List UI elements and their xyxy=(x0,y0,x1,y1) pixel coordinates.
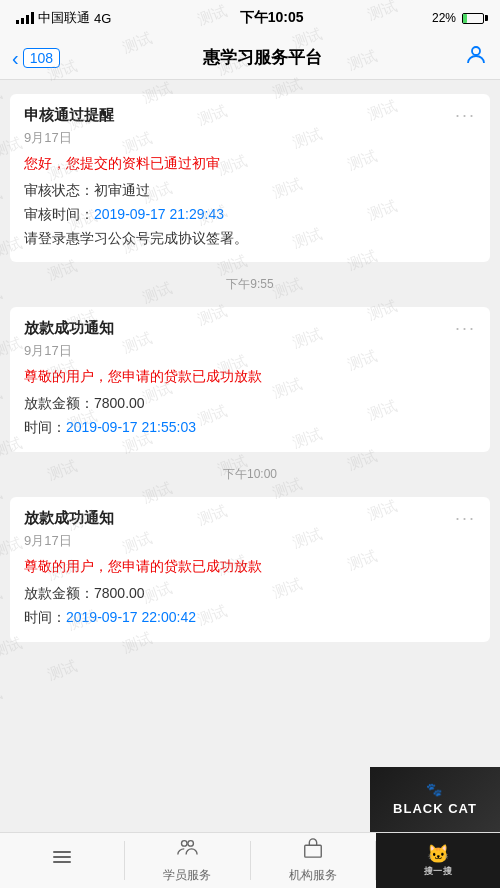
time-separator-2: 下午10:00 xyxy=(0,458,500,491)
card-header: 申核通过提醒 ··· xyxy=(24,106,476,125)
page-title: 惠学习服务平台 xyxy=(203,46,322,69)
svg-point-0 xyxy=(472,47,480,55)
svg-point-4 xyxy=(182,841,188,847)
message-card-1: 申核通过提醒 ··· 9月17日 您好，您提交的资料已通过初审 审核状态：初审通… xyxy=(10,94,490,262)
svg-rect-3 xyxy=(53,861,71,863)
org-icon xyxy=(302,837,324,865)
card-more-icon[interactable]: ··· xyxy=(455,509,476,527)
message-list: 测试测试测试测试测试测试 测试测试测试测试测试测试 测试测试测试测试测试测试 测… xyxy=(0,80,500,832)
card-title: 放款成功通知 xyxy=(24,319,114,338)
svg-rect-6 xyxy=(304,845,321,857)
back-button[interactable]: ‹ 108 xyxy=(12,48,60,68)
back-chevron-icon: ‹ xyxy=(12,48,19,68)
card-line: 时间：2019-09-17 21:55:03 xyxy=(24,416,476,440)
black-cat-watermark: 🐾 BLACK CAT xyxy=(370,767,500,832)
tab-search[interactable]: 🐱 搜一搜 xyxy=(376,833,500,888)
card-body: 放款金额：7800.00 时间：2019-09-17 21:55:03 xyxy=(24,392,476,440)
card-line: 放款金额：7800.00 xyxy=(24,582,476,606)
card-more-icon[interactable]: ··· xyxy=(455,106,476,124)
svg-rect-2 xyxy=(53,856,71,858)
time-label: 下午10:05 xyxy=(240,9,304,27)
card-date: 9月17日 xyxy=(24,342,476,360)
search-cat-icon: 🐱 搜一搜 xyxy=(424,843,453,878)
card-more-icon[interactable]: ··· xyxy=(455,319,476,337)
card-title: 申核通过提醒 xyxy=(24,106,114,125)
battery-percent: 22% xyxy=(432,11,456,25)
card-line: 时间：2019-09-17 22:00:42 xyxy=(24,606,476,630)
card-highlight: 您好，您提交的资料已通过初审 xyxy=(24,155,476,173)
card-header: 放款成功通知 ··· xyxy=(24,319,476,338)
network-label: 4G xyxy=(94,11,111,26)
card-line: 放款金额：7800.00 xyxy=(24,392,476,416)
card-highlight: 尊敬的用户，您申请的贷款已成功放款 xyxy=(24,368,476,386)
tab-student-label: 学员服务 xyxy=(163,867,211,884)
svg-rect-1 xyxy=(53,851,71,853)
carrier-label: 中国联通 xyxy=(38,9,90,27)
message-card-3: 放款成功通知 ··· 9月17日 尊敬的用户，您申请的贷款已成功放款 放款金额：… xyxy=(10,497,490,642)
tab-student-service[interactable]: 学员服务 xyxy=(125,833,249,888)
tab-org-service[interactable]: 机构服务 xyxy=(251,833,375,888)
nav-bar: ‹ 108 惠学习服务平台 xyxy=(0,36,500,80)
status-bar: 中国联通 4G 下午10:05 22% xyxy=(0,0,500,36)
student-icon xyxy=(176,837,198,865)
battery-icon xyxy=(462,13,484,24)
time-separator-1: 下午9:55 xyxy=(0,268,500,301)
card-line: 审核时间：2019-09-17 21:29:43 xyxy=(24,203,476,227)
back-badge: 108 xyxy=(23,48,60,68)
user-icon[interactable] xyxy=(464,43,488,72)
card-line: 请登录惠学习公众号完成协议签署。 xyxy=(24,227,476,251)
tab-menu[interactable] xyxy=(0,833,124,888)
card-date: 9月17日 xyxy=(24,532,476,550)
card-body: 审核状态：初审通过 审核时间：2019-09-17 21:29:43 请登录惠学… xyxy=(24,179,476,250)
signal-icon xyxy=(16,12,34,24)
battery-info: 22% xyxy=(432,11,484,25)
svg-point-5 xyxy=(188,841,194,847)
carrier-info: 中国联通 4G xyxy=(16,9,111,27)
card-date: 9月17日 xyxy=(24,129,476,147)
tab-org-label: 机构服务 xyxy=(289,867,337,884)
card-highlight: 尊敬的用户，您申请的贷款已成功放款 xyxy=(24,558,476,576)
tab-bar: 学员服务 机构服务 🐱 搜一搜 xyxy=(0,832,500,888)
card-line: 审核状态：初审通过 xyxy=(24,179,476,203)
card-body: 放款金额：7800.00 时间：2019-09-17 22:00:42 xyxy=(24,582,476,630)
card-header: 放款成功通知 ··· xyxy=(24,509,476,528)
black-cat-text: 🐾 BLACK CAT xyxy=(393,781,477,817)
menu-icon xyxy=(49,844,75,876)
card-title: 放款成功通知 xyxy=(24,509,114,528)
message-card-2: 放款成功通知 ··· 9月17日 尊敬的用户，您申请的贷款已成功放款 放款金额：… xyxy=(10,307,490,452)
